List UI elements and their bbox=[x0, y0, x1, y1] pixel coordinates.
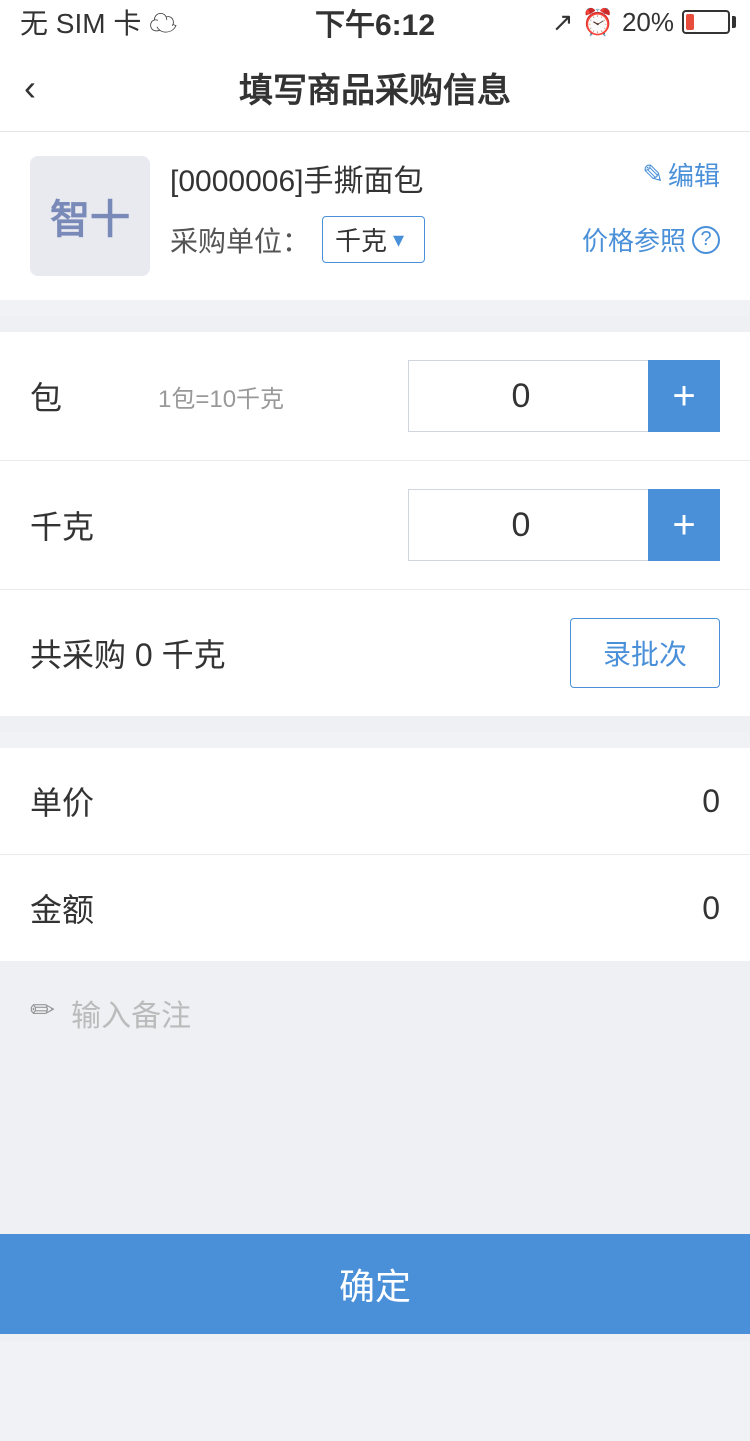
kg-input-group: + bbox=[150, 489, 720, 561]
battery-percent: 20% bbox=[622, 7, 674, 38]
kg-quantity-input[interactable] bbox=[408, 489, 648, 561]
price-section: 单价 0 金额 0 bbox=[0, 748, 750, 961]
battery-fill bbox=[686, 14, 694, 30]
kg-row: 千克 + bbox=[0, 461, 750, 590]
unit-selector-group: 采购单位： 千克 ▾ bbox=[170, 216, 425, 263]
batch-button[interactable]: 录批次 bbox=[570, 618, 720, 688]
location-icon: ↗ bbox=[552, 7, 574, 38]
price-reference-button[interactable]: 价格参照 ? bbox=[582, 221, 720, 258]
package-plus-button[interactable]: + bbox=[648, 360, 720, 432]
edit-icon: ✎ bbox=[642, 159, 664, 190]
plus-icon: + bbox=[672, 374, 695, 419]
status-right: ↗ ⏰ 20% bbox=[552, 7, 730, 38]
sim-status: 无 SIM 卡 ☁ bbox=[20, 2, 177, 42]
alarm-icon: ⏰ bbox=[582, 7, 614, 38]
unit-value: 千克 bbox=[335, 221, 387, 258]
unit-label: 采购单位： bbox=[170, 220, 310, 260]
package-sublabel: 1包=10千克 bbox=[158, 379, 284, 414]
product-unit-row: 采购单位： 千克 ▾ 价格参照 ? bbox=[170, 216, 720, 263]
price-ref-label: 价格参照 bbox=[582, 221, 686, 258]
product-name: [0000006]手撕面包 bbox=[170, 156, 642, 200]
product-image: 智十 bbox=[30, 156, 150, 276]
status-left: 无 SIM 卡 ☁ bbox=[20, 2, 177, 42]
edit-button[interactable]: ✎ 编辑 bbox=[642, 156, 720, 193]
edit-label: 编辑 bbox=[668, 156, 720, 193]
status-time: 下午6:12 bbox=[315, 0, 435, 44]
nav-bar: ‹ 填写商品采购信息 bbox=[0, 44, 750, 132]
section-divider-2 bbox=[0, 716, 750, 732]
package-quantity-input[interactable] bbox=[408, 360, 648, 432]
chevron-down-icon: ▾ bbox=[393, 227, 404, 253]
amount-label: 金额 bbox=[30, 885, 94, 931]
package-label: 包 bbox=[30, 373, 150, 419]
product-logo: 智十 bbox=[50, 187, 130, 245]
product-info: [0000006]手撕面包 ✎ 编辑 采购单位： 千克 ▾ 价格参照 ? bbox=[170, 156, 720, 263]
confirm-label: 确定 bbox=[339, 1258, 411, 1310]
total-label: 共采购 0 千克 bbox=[30, 630, 226, 676]
unit-price-label: 单价 bbox=[30, 778, 94, 824]
product-card: 智十 [0000006]手撕面包 ✎ 编辑 采购单位： 千克 ▾ bbox=[0, 132, 750, 300]
info-icon: ? bbox=[692, 226, 720, 254]
amount-value: 0 bbox=[702, 890, 720, 927]
product-header: [0000006]手撕面包 ✎ 编辑 bbox=[170, 156, 720, 200]
unit-price-value: 0 bbox=[702, 783, 720, 820]
unit-select[interactable]: 千克 ▾ bbox=[322, 216, 425, 263]
back-button[interactable]: ‹ bbox=[24, 67, 36, 109]
total-row: 共采购 0 千克 录批次 bbox=[0, 590, 750, 716]
unit-price-row: 单价 0 bbox=[0, 748, 750, 855]
package-row: 包 1包=10千克 + bbox=[0, 332, 750, 461]
amount-row: 金额 0 bbox=[0, 855, 750, 961]
input-section: 包 1包=10千克 + 千克 + bbox=[0, 332, 750, 590]
package-input-group: + bbox=[284, 360, 720, 432]
page-title: 填写商品采购信息 bbox=[239, 63, 511, 112]
section-divider-1 bbox=[0, 316, 750, 332]
status-bar: 无 SIM 卡 ☁ 下午6:12 ↗ ⏰ 20% bbox=[0, 0, 750, 44]
plus-icon-2: + bbox=[672, 503, 695, 548]
kg-plus-button[interactable]: + bbox=[648, 489, 720, 561]
kg-label: 千克 bbox=[30, 502, 150, 548]
battery-icon bbox=[682, 10, 730, 34]
note-placeholder-text: 输入备注 bbox=[71, 991, 191, 1035]
pencil-icon: ✏ bbox=[30, 993, 55, 1028]
confirm-button[interactable]: 确定 bbox=[0, 1234, 750, 1334]
